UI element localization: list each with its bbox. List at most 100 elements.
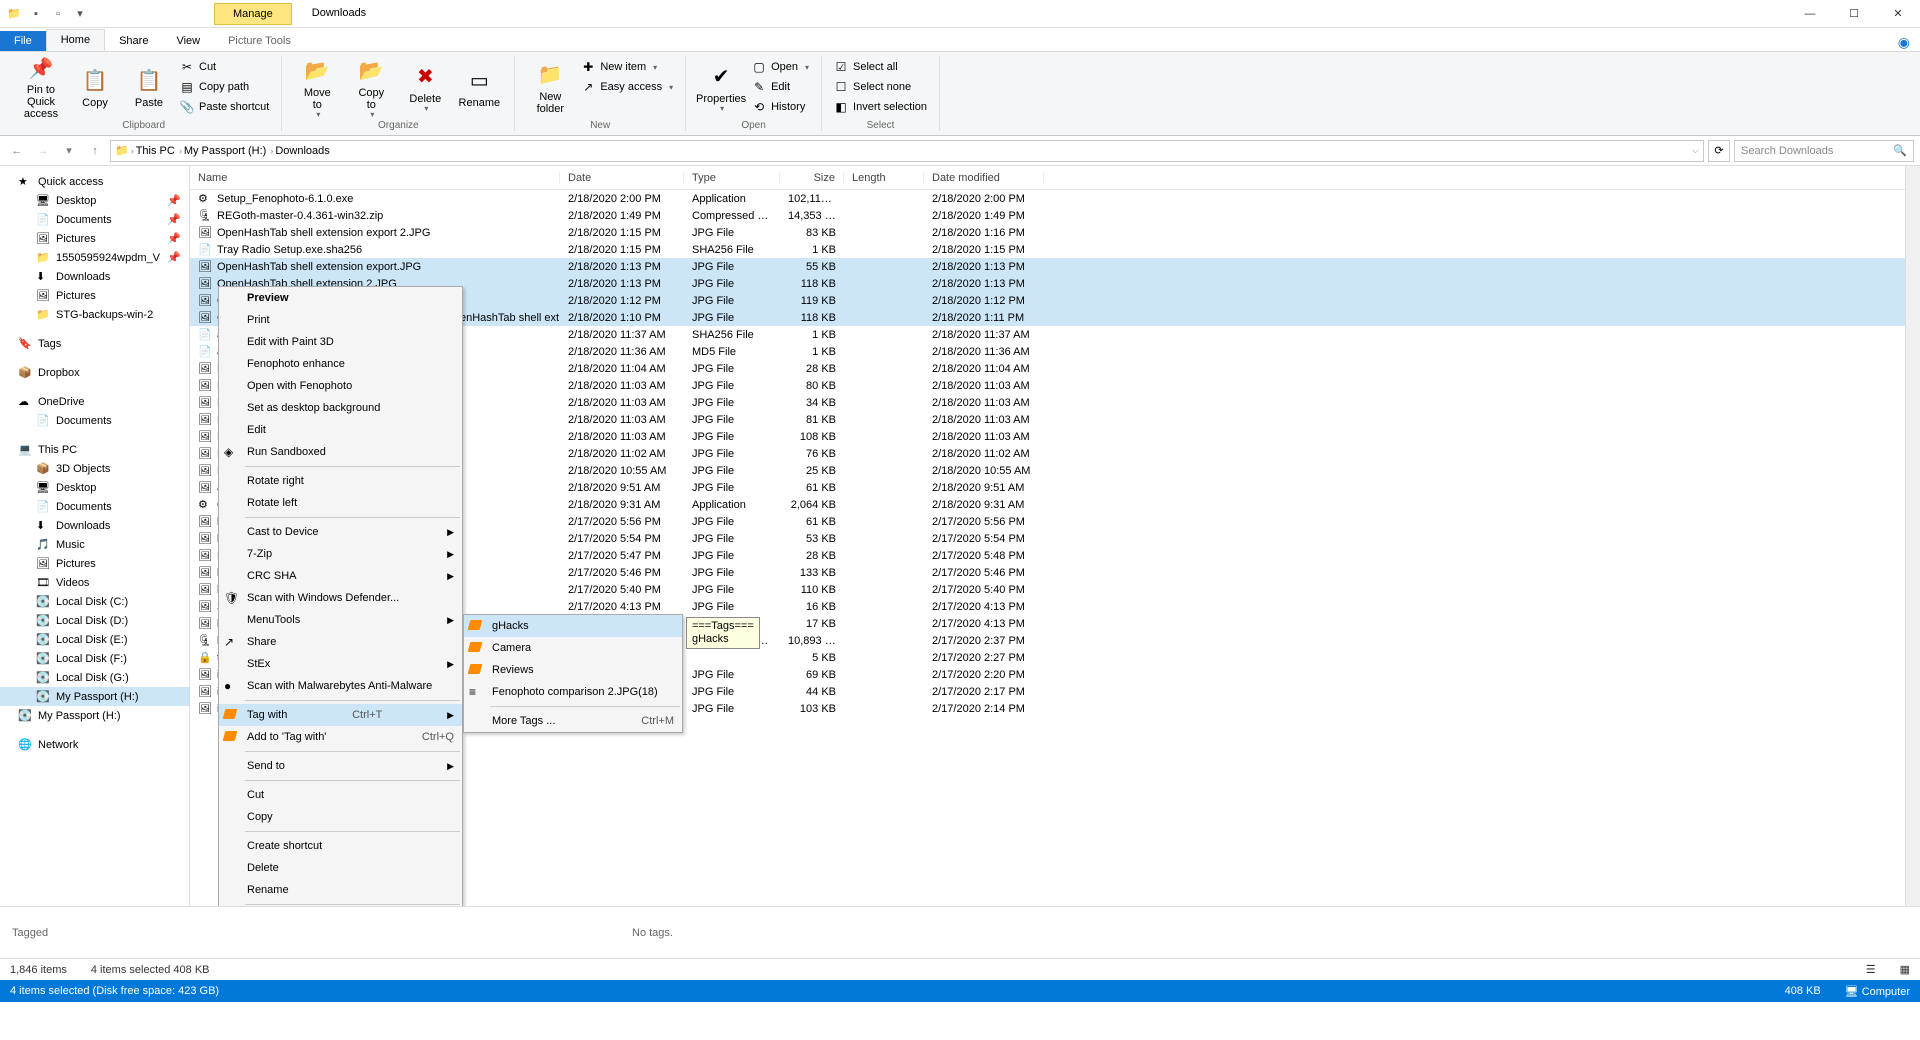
breadcrumb-segment[interactable]: This PC› [136, 145, 182, 157]
tree-item[interactable]: 💽Local Disk (F:) [0, 649, 189, 668]
new-folder-button[interactable]: 📁New folder [523, 56, 577, 120]
context-menu-item[interactable]: 7-Zip▶ [219, 543, 462, 565]
context-menu-item[interactable]: ◈Run Sandboxed [219, 441, 462, 463]
tree-item[interactable]: 🖼Pictures [0, 286, 189, 305]
context-menu-item[interactable]: Rename [219, 879, 462, 901]
tree-item[interactable]: 📦3D Objects [0, 459, 189, 478]
copy-button[interactable]: 📋Copy [68, 56, 122, 120]
tree-item[interactable]: 🖥Desktop [0, 478, 189, 497]
context-menu-item[interactable]: Edit [219, 419, 462, 441]
file-row[interactable]: 🖼OpenHashTab shell extension export.JPG2… [190, 258, 1920, 275]
context-menu-item[interactable]: Reviews [464, 659, 682, 681]
file-row[interactable]: ⚙Setup_Fenophoto-6.1.0.exe2/18/2020 2:00… [190, 190, 1920, 207]
delete-button[interactable]: ✖Delete▾ [398, 56, 452, 120]
tree-root[interactable]: ★Quick access [0, 172, 189, 191]
breadcrumb-segment[interactable]: Downloads [275, 145, 329, 157]
tree-item[interactable]: 📁STG-backups-win-2 [0, 305, 189, 324]
tab-picture-tools[interactable]: Picture Tools [214, 31, 305, 51]
context-menu-item[interactable]: Send to▶ [219, 755, 462, 777]
rename-button[interactable]: ▭Rename [452, 56, 506, 120]
navigation-pane[interactable]: ★Quick access🖥Desktop📌📄Documents📌🖼Pictur… [0, 166, 190, 906]
context-menu-item[interactable]: ↗Share [219, 631, 462, 653]
context-menu-item[interactable]: Preview [219, 287, 462, 309]
tree-item[interactable]: 💽Local Disk (E:) [0, 630, 189, 649]
context-menu-item[interactable]: Cut [219, 784, 462, 806]
context-menu-item[interactable]: StEx▶ [219, 653, 462, 675]
breadcrumb[interactable]: 📁 › This PC› My Passport (H:)› Downloads… [110, 140, 1704, 162]
tab-file[interactable]: File [0, 31, 46, 51]
tree-root[interactable]: 📦Dropbox [0, 363, 189, 382]
qat-newfolder-icon[interactable]: ▫ [50, 6, 66, 22]
close-button[interactable]: ✕ [1876, 0, 1920, 28]
invert-selection-button[interactable]: ◧Invert selection [830, 98, 931, 116]
qat-properties-icon[interactable]: ▪ [28, 6, 44, 22]
file-row[interactable]: 🖼OpenHashTab shell extension export 2.JP… [190, 224, 1920, 241]
back-button[interactable]: ← [6, 140, 28, 162]
select-all-button[interactable]: ☑Select all [830, 58, 931, 76]
context-menu-item[interactable]: 🛡Scan with Windows Defender... [219, 587, 462, 609]
help-icon[interactable]: ◉ [1898, 34, 1920, 51]
tree-item[interactable]: 📄Documents [0, 411, 189, 430]
tree-item[interactable]: 📁1550595924wpdm_V📌 [0, 248, 189, 267]
history-button[interactable]: ⟲History [748, 98, 813, 116]
column-length[interactable]: Length [844, 172, 924, 184]
tab-share[interactable]: Share [105, 31, 162, 51]
breadcrumb-segment[interactable]: My Passport (H:)› [184, 145, 274, 157]
column-date-modified[interactable]: Date modified [924, 172, 1044, 184]
context-menu-item[interactable]: Open with Fenophoto [219, 375, 462, 397]
context-menu-item[interactable]: More Tags ...Ctrl+M [464, 710, 682, 732]
open-button[interactable]: ▢Open▾ [748, 58, 813, 76]
context-menu-item[interactable]: Fenophoto enhance [219, 353, 462, 375]
breadcrumb-chevron-icon[interactable]: ⌵ [1692, 145, 1699, 156]
context-menu-item[interactable]: Print [219, 309, 462, 331]
context-menu-item[interactable]: Set as desktop background [219, 397, 462, 419]
tab-home[interactable]: Home [46, 29, 105, 51]
context-menu-item[interactable]: Tag withCtrl+T▶ [219, 704, 462, 726]
column-date[interactable]: Date [560, 172, 684, 184]
tree-item[interactable]: 💽Local Disk (D:) [0, 611, 189, 630]
up-button[interactable]: ↑ [84, 140, 106, 162]
copy-to-button[interactable]: 📂Copy to▾ [344, 56, 398, 120]
pin-quick-access-button[interactable]: 📌Pin to Quick access [14, 56, 68, 120]
tree-item[interactable]: 📄Documents [0, 497, 189, 516]
recent-dropdown-icon[interactable]: ▾ [58, 140, 80, 162]
context-menu-item[interactable]: Add to 'Tag with'Ctrl+Q [219, 726, 462, 748]
context-menu-item[interactable]: Create shortcut [219, 835, 462, 857]
context-menu-item[interactable]: Cast to Device▶ [219, 521, 462, 543]
tree-item[interactable]: ⬇Downloads [0, 516, 189, 535]
context-menu-item[interactable]: MenuTools▶ [219, 609, 462, 631]
tree-root[interactable]: 💻This PC [0, 440, 189, 459]
forward-button[interactable]: → [32, 140, 54, 162]
refresh-button[interactable]: ⟳ [1708, 140, 1730, 162]
context-tab-manage[interactable]: Manage [214, 3, 292, 25]
context-menu-item[interactable]: Delete [219, 857, 462, 879]
easy-access-button[interactable]: ↗Easy access▾ [577, 78, 677, 96]
tree-item[interactable]: 📄Documents📌 [0, 210, 189, 229]
minimize-button[interactable]: — [1788, 0, 1832, 28]
file-row[interactable]: 📄Tray Radio Setup.exe.sha2562/18/2020 1:… [190, 241, 1920, 258]
paste-shortcut-button[interactable]: 📎Paste shortcut [176, 98, 273, 116]
tree-root[interactable]: ☁OneDrive [0, 392, 189, 411]
context-menu[interactable]: PreviewPrintEdit with Paint 3DFenophoto … [218, 286, 463, 906]
tree-item[interactable]: 🖼Pictures [0, 554, 189, 573]
tab-view[interactable]: View [162, 31, 214, 51]
view-details-icon[interactable]: ☰ [1866, 963, 1876, 976]
context-menu-item[interactable]: Edit with Paint 3D [219, 331, 462, 353]
new-item-button[interactable]: ✚New item▾ [577, 58, 677, 76]
paste-button[interactable]: 📋Paste [122, 56, 176, 120]
context-menu-item[interactable]: Camera [464, 637, 682, 659]
column-size[interactable]: Size [780, 172, 844, 184]
context-menu-item[interactable]: CRC SHA▶ [219, 565, 462, 587]
column-headers[interactable]: Name Date Type Size Length Date modified [190, 166, 1920, 190]
cut-button[interactable]: ✂Cut [176, 58, 273, 76]
view-large-icons-icon[interactable]: ▦ [1900, 963, 1910, 976]
context-menu-item[interactable]: Copy [219, 806, 462, 828]
tree-item[interactable]: 💽My Passport (H:) [0, 687, 189, 706]
tree-item[interactable]: 💽Local Disk (C:) [0, 592, 189, 611]
move-to-button[interactable]: 📂Move to▾ [290, 56, 344, 120]
system-menu-icon[interactable]: 📁 [6, 6, 22, 22]
copy-path-button[interactable]: ▤Copy path [176, 78, 273, 96]
column-type[interactable]: Type [684, 172, 780, 184]
tree-root[interactable]: 🔖Tags [0, 334, 189, 353]
column-name[interactable]: Name [190, 172, 560, 184]
